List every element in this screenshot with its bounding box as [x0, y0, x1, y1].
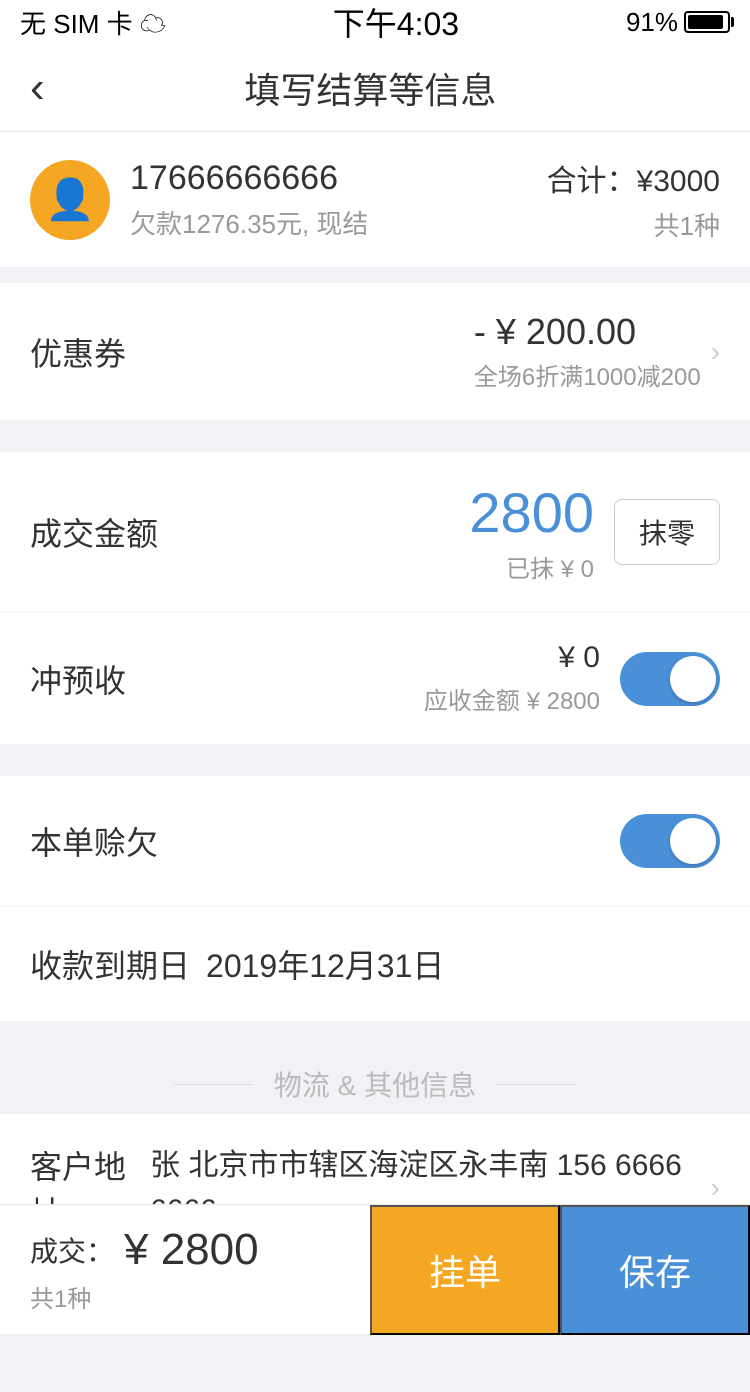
nav-title: 填写结算等信息: [65, 62, 676, 114]
chong-toggle[interactable]: [620, 652, 720, 706]
coupon-description: 全场6折满1000减200: [474, 357, 701, 392]
deal-value: 2800: [469, 480, 594, 545]
total-amount: 合计：¥3000: [547, 156, 720, 200]
coupon-right: - ¥ 200.00 全场6折满1000减200 ›: [474, 311, 720, 392]
battery-percent: 91%: [626, 7, 678, 38]
benyue-row: 本单赊欠: [0, 776, 750, 906]
content: 👤 17666666666 欠款1276.35元, 现结 合计：¥3000 共1…: [0, 132, 750, 1392]
benyue-toggle-knob: [670, 818, 716, 864]
customer-right: 合计：¥3000 共1种: [547, 156, 720, 243]
chong-amount: ¥ 0: [558, 641, 600, 675]
deal-label: 成交金额: [30, 509, 158, 555]
chong-yingshou: 应收金额 ¥ 2800: [424, 681, 600, 716]
customer-info: 17666666666 欠款1276.35元, 现结: [130, 159, 368, 241]
chong-label: 冲预收: [30, 656, 126, 702]
due-date-row: 收款到期日 2019年12月31日: [0, 906, 750, 1022]
status-time: 下午4:03: [333, 0, 459, 45]
status-left: 无 SIM 卡 ☁: [20, 4, 166, 41]
status-right: 91%: [626, 7, 730, 38]
already-deducted: 已抹 ¥ 0: [469, 549, 594, 584]
logistics-text: 物流 & 其他信息: [174, 1064, 576, 1104]
status-bar: 无 SIM 卡 ☁ 下午4:03 91%: [0, 0, 750, 44]
due-date-label: 收款到期日: [30, 941, 190, 987]
logistics-line-left: [174, 1084, 254, 1085]
baocun-button[interactable]: 保存: [560, 1205, 750, 1335]
deal-amount-row: 成交金额 2800 已抹 ¥ 0 抹零: [0, 452, 750, 613]
logistics-section-header: 物流 & 其他信息: [0, 1054, 750, 1114]
address-chevron-icon: ›: [711, 1172, 720, 1204]
toggle-knob: [670, 656, 716, 702]
due-date-value: 2019年12月31日: [206, 941, 444, 987]
sim-status: 无 SIM 卡 ☁: [20, 4, 166, 41]
bottom-chengjiao: 成交： ¥ 2800: [30, 1225, 340, 1275]
customer-card: 👤 17666666666 欠款1276.35元, 现结 合计：¥3000 共1…: [0, 132, 750, 267]
section-divider-3: [0, 1022, 750, 1038]
round-zero-button[interactable]: 抹零: [614, 499, 720, 565]
customer-debt: 欠款1276.35元, 现结: [130, 204, 368, 241]
bottom-count: 共1种: [30, 1279, 340, 1314]
battery-icon: [684, 11, 730, 33]
customer-left: 👤 17666666666 欠款1276.35元, 现结: [30, 159, 368, 241]
avatar: 👤: [30, 160, 110, 240]
bottom-summary: 成交： ¥ 2800 共1种: [0, 1225, 370, 1314]
bottom-amount: ¥ 2800: [124, 1225, 259, 1275]
deal-right: 2800 已抹 ¥ 0 抹零: [469, 480, 720, 584]
chong-yushou-row: 冲预收 ¥ 0 应收金额 ¥ 2800: [0, 613, 750, 744]
benyue-label: 本单赊欠: [30, 818, 158, 864]
total-count: 共1种: [547, 206, 720, 243]
coupon-discount: - ¥ 200.00: [474, 311, 701, 353]
chengjiao-label: 成交：: [30, 1230, 114, 1270]
benyue-toggle[interactable]: [620, 814, 720, 868]
logistics-label: 物流 & 其他信息: [274, 1064, 476, 1104]
guadan-button[interactable]: 挂单: [370, 1205, 560, 1335]
chong-right: ¥ 0 应收金额 ¥ 2800: [424, 641, 600, 716]
coupon-row[interactable]: 优惠券 - ¥ 200.00 全场6折满1000减200 ›: [0, 283, 750, 420]
nav-bar: ‹ 填写结算等信息: [0, 44, 750, 132]
coupon-label: 优惠券: [30, 329, 126, 375]
customer-phone: 17666666666: [130, 159, 368, 198]
section-divider-2: [0, 744, 750, 760]
bottom-bar: 成交： ¥ 2800 共1种 挂单 保存: [0, 1204, 750, 1334]
section-divider-1: [0, 436, 750, 452]
coupon-chevron-icon: ›: [711, 336, 720, 368]
logistics-line-right: [496, 1084, 576, 1085]
back-button[interactable]: ‹: [30, 63, 45, 113]
